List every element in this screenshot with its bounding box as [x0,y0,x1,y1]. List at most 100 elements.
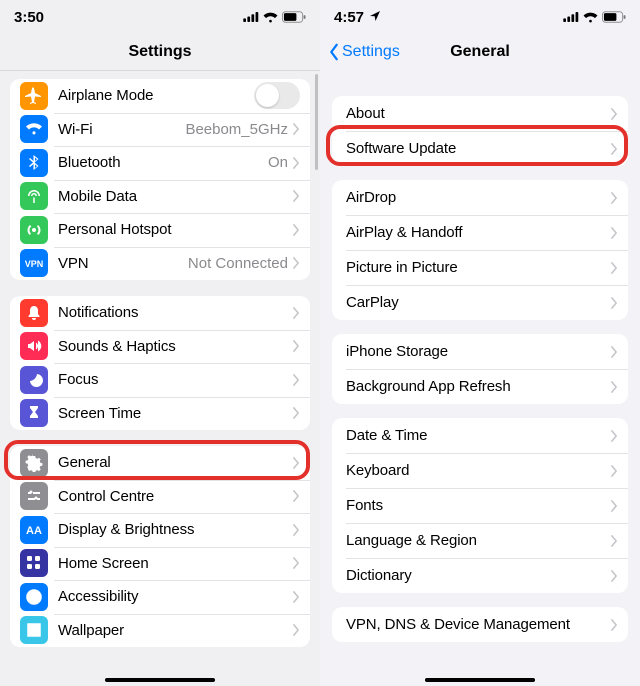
home-indicator[interactable] [105,678,215,682]
chevron-right-icon [292,257,300,269]
chevron-right-icon [292,407,300,419]
row-vpn[interactable]: VPNVPNNot Connected [10,247,310,281]
hotspot-icon [20,216,48,244]
wallpaper-icon [20,616,48,644]
chevron-right-icon [292,591,300,603]
row-wifi[interactable]: Wi-FiBeebom_5GHz [10,113,310,147]
row-label: Picture in Picture [346,259,610,276]
row-home[interactable]: Home Screen [10,547,310,581]
moon-icon [20,366,48,394]
airplane-toggle[interactable] [254,82,300,109]
row-label: Background App Refresh [346,378,610,395]
row-control[interactable]: Control Centre [10,480,310,514]
row-screentime[interactable]: Screen Time [10,397,310,431]
row-label: Wi-Fi [58,121,185,138]
row-label: Software Update [346,140,610,157]
row-dictionary[interactable]: Dictionary [332,558,628,593]
chevron-right-icon [292,190,300,202]
chevron-right-icon [610,262,618,274]
navbar: Settings General [320,34,640,70]
aa-icon: AA [20,516,48,544]
svg-text:VPN: VPN [25,259,43,269]
chevron-right-icon [610,381,618,393]
back-label: Settings [342,43,400,61]
wifi-icon [20,115,48,143]
row-carplay[interactable]: CarPlay [332,285,628,320]
row-label: AirPlay & Handoff [346,224,610,241]
settings-group: Notifications Sounds & Haptics Focus Screen… [10,296,310,430]
row-fonts[interactable]: Fonts [332,488,628,523]
status-icons [243,11,306,23]
row-label: Focus [58,371,292,388]
row-sounds[interactable]: Sounds & Haptics [10,330,310,364]
row-label: Language & Region [346,532,610,549]
scrollbar[interactable] [315,74,318,170]
chevron-right-icon [610,465,618,477]
row-label: Wallpaper [58,622,292,639]
person-icon [20,583,48,611]
row-keyboard[interactable]: Keyboard [332,453,628,488]
row-software-update[interactable]: Software Update [332,131,628,166]
bluetooth-icon [20,149,48,177]
row-storage[interactable]: iPhone Storage [332,334,628,369]
status-bar: 3:50 [0,0,320,34]
settings-group: About Software Update [332,96,628,166]
settings-group: Airplane Mode Wi-FiBeebom_5GHzBluetoothOn… [10,79,310,280]
row-airplane[interactable]: Airplane Mode [10,79,310,113]
row-value: Not Connected [188,255,288,272]
home-indicator[interactable] [425,678,535,682]
row-bluetooth[interactable]: BluetoothOn [10,146,310,180]
signal-icon [243,12,259,22]
row-focus[interactable]: Focus [10,363,310,397]
row-lang[interactable]: Language & Region [332,523,628,558]
row-datetime[interactable]: Date & Time [332,418,628,453]
row-vpn-dns[interactable]: VPN, DNS & Device Management [332,607,628,642]
page-title: General [450,43,510,61]
row-label: Notifications [58,304,292,321]
location-icon [370,11,380,21]
screen-settings: 3:50 Settings Airplane Mode Wi-FiBeebom_5… [0,0,320,686]
row-airplay[interactable]: AirPlay & Handoff [332,215,628,250]
row-label: Keyboard [346,462,610,479]
gear-icon [20,449,48,477]
chevron-right-icon [292,557,300,569]
row-accessibility[interactable]: Accessibility [10,580,310,614]
chevron-right-icon [292,224,300,236]
settings-group: General Control CentreAA Display & Brightn… [10,446,310,647]
row-bgrefresh[interactable]: Background App Refresh [332,369,628,404]
row-airdrop[interactable]: AirDrop [332,180,628,215]
chevron-right-icon [610,619,618,631]
row-wallpaper[interactable]: Wallpaper [10,614,310,648]
chevron-right-icon [610,143,618,155]
speaker-icon [20,332,48,360]
row-mobile[interactable]: Mobile Data [10,180,310,214]
row-hotspot[interactable]: Personal Hotspot [10,213,310,247]
chevron-right-icon [292,307,300,319]
row-label: AirDrop [346,189,610,206]
chevron-right-icon [610,535,618,547]
bell-icon [20,299,48,327]
chevron-right-icon [610,570,618,582]
row-label: General [58,454,292,471]
row-about[interactable]: About [332,96,628,131]
row-pip[interactable]: Picture in Picture [332,250,628,285]
chevron-right-icon [292,123,300,135]
settings-group: iPhone Storage Background App Refresh [332,334,628,404]
row-label: iPhone Storage [346,343,610,360]
chevron-right-icon [292,624,300,636]
row-label: Display & Brightness [58,521,292,538]
status-time: 3:50 [14,9,44,26]
row-general[interactable]: General [10,446,310,480]
wifi-icon [583,12,598,23]
row-notifications[interactable]: Notifications [10,296,310,330]
row-label: Airplane Mode [58,87,254,104]
row-label: Sounds & Haptics [58,338,292,355]
navbar: Settings [0,34,320,70]
status-bar: 4:57 [320,0,640,34]
signal-icon [563,12,579,22]
chevron-right-icon [292,524,300,536]
vpn-icon: VPN [20,249,48,277]
row-display[interactable]: AA Display & Brightness [10,513,310,547]
back-button[interactable]: Settings [328,43,400,61]
airplane-icon [20,82,48,110]
